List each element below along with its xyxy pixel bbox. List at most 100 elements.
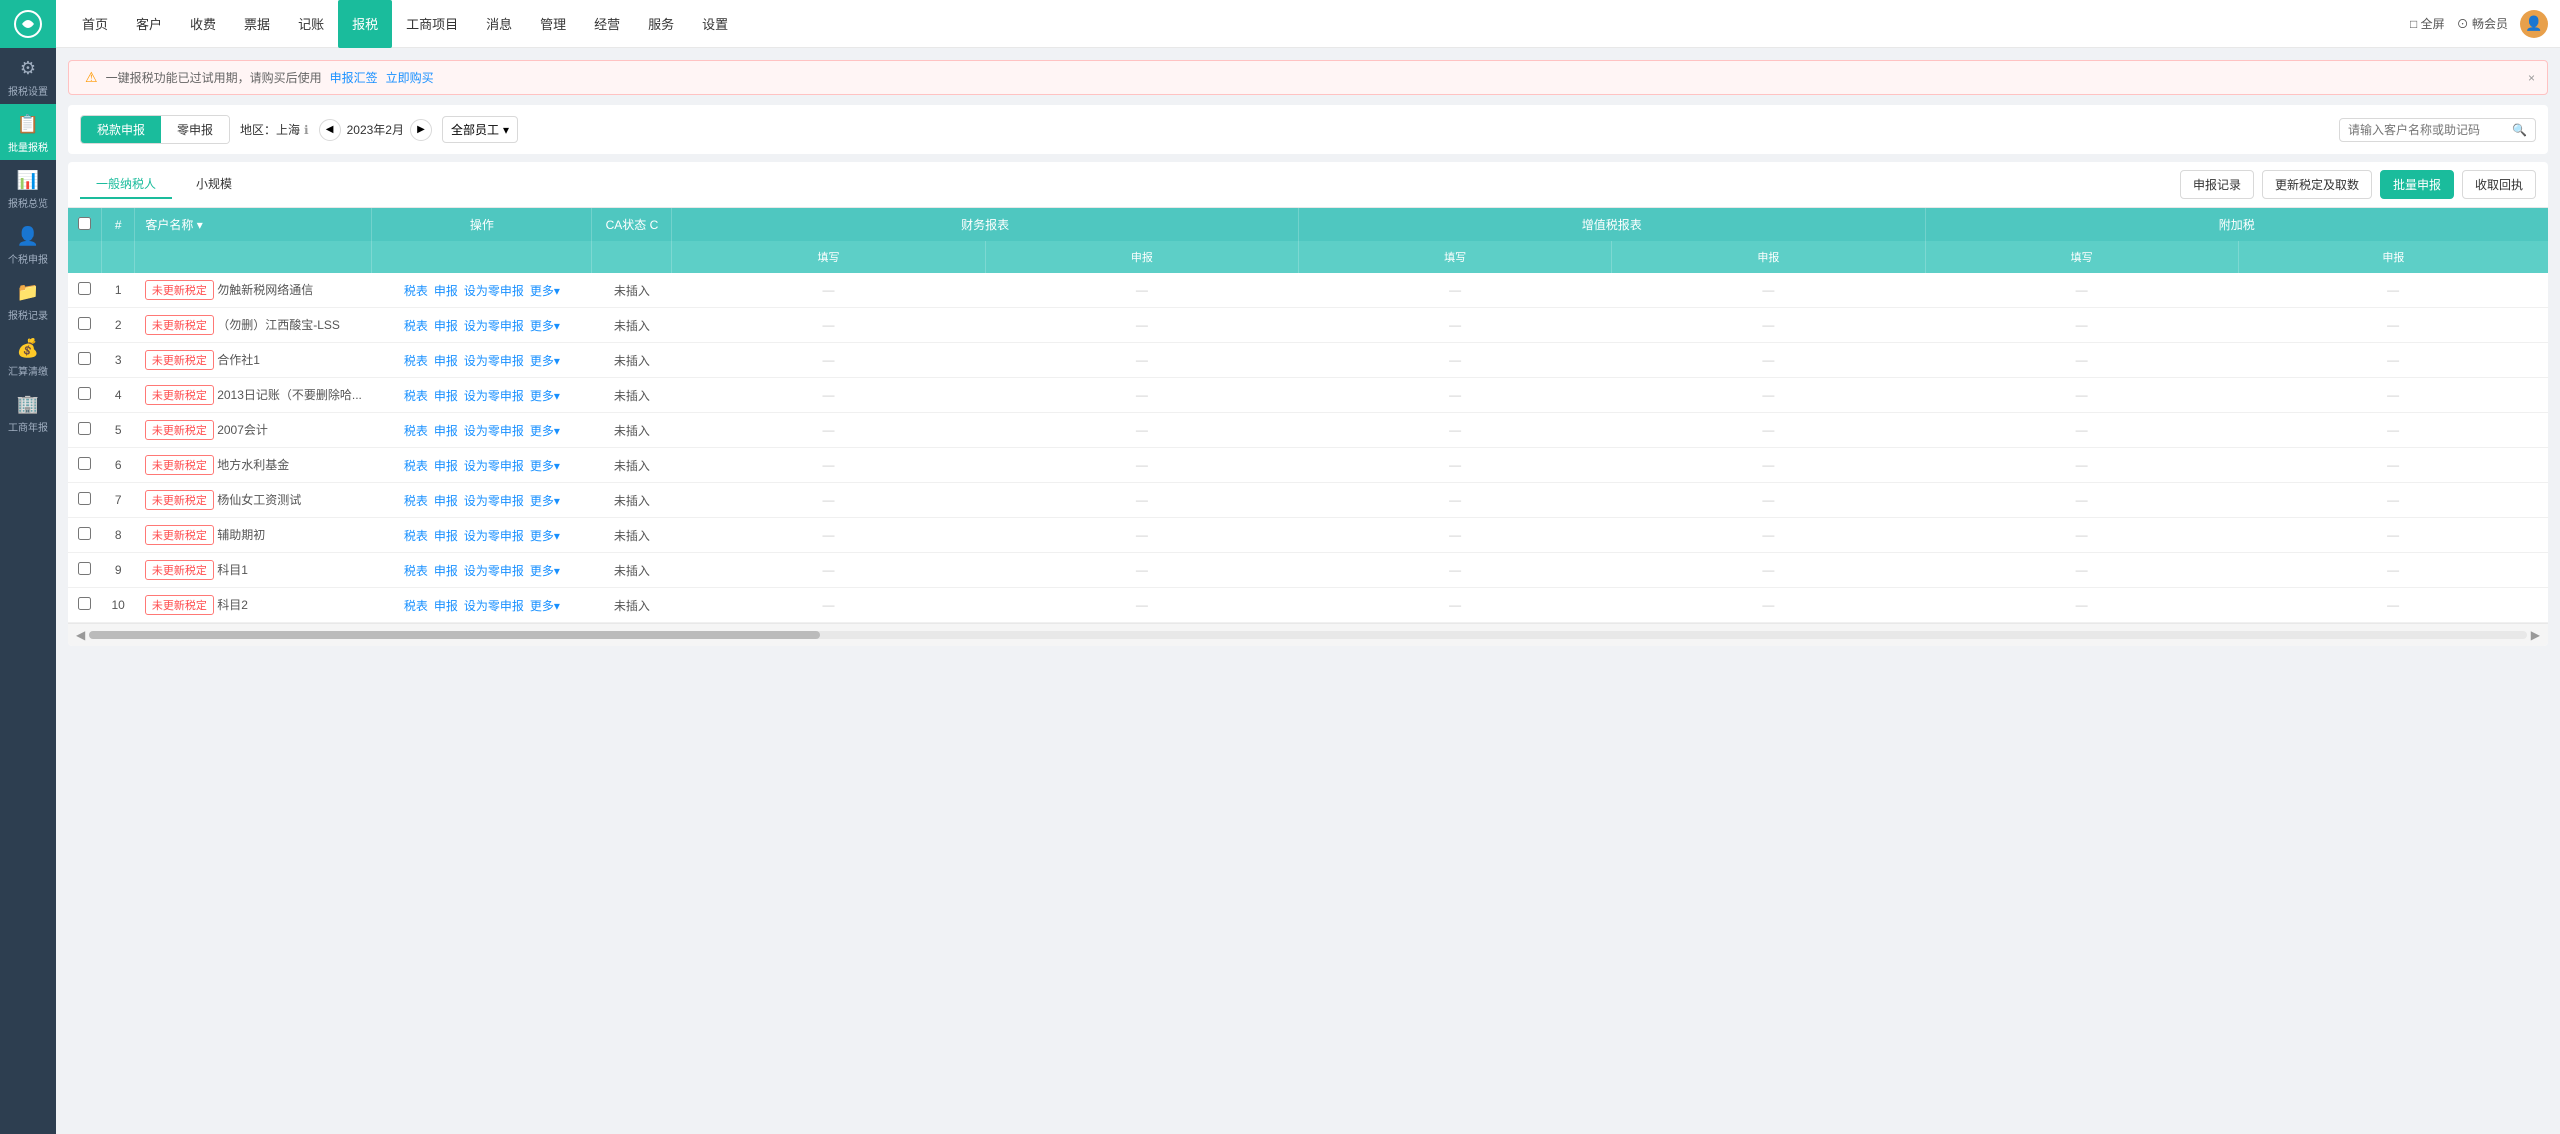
row-checkbox[interactable] [68,518,102,553]
row-checkbox[interactable] [68,448,102,483]
row-checkbox[interactable] [68,553,102,588]
op-btn-3[interactable]: 更多▾ [530,527,560,544]
promo-link-shenbaohui[interactable]: 申报汇签 [330,69,378,86]
gengxin-button[interactable]: 更新税定及取数 [2262,170,2372,199]
nav-invoice[interactable]: 票据 [230,0,284,48]
op-btn-3[interactable]: 更多▾ [530,422,560,439]
op-btn-1[interactable]: 申报 [434,422,458,439]
op-btn-3[interactable]: 更多▾ [530,492,560,509]
op-btn-3[interactable]: 更多▾ [530,387,560,404]
shenbaojilu-button[interactable]: 申报记录 [2180,170,2254,199]
op-btn-3[interactable]: 更多▾ [530,597,560,614]
scroll-left-arrow[interactable]: ◀ [72,628,89,642]
op-btn-3[interactable]: 更多▾ [530,282,560,299]
op-btn-0[interactable]: 税表 [404,562,428,579]
op-btn-0[interactable]: 税表 [404,282,428,299]
nav-message[interactable]: 消息 [472,0,526,48]
search-input[interactable] [2348,123,2508,137]
sidebar-item-huisuanqingjiao[interactable]: 💰 汇算清缴 [0,328,56,384]
op-btn-1[interactable]: 申报 [434,597,458,614]
op-btn-1[interactable]: 申报 [434,527,458,544]
op-btn-2[interactable]: 设为零申报 [464,317,524,334]
row-index: 5 [102,413,135,448]
member-button[interactable]: ⊙ 畅会员 [2457,15,2508,32]
row-fin-rep: — [985,343,1298,378]
op-btn-2[interactable]: 设为零申报 [464,387,524,404]
op-btn-1[interactable]: 申报 [434,317,458,334]
tab-zerodeclaration[interactable]: 零申报 [161,116,229,143]
row-operations: 税表申报设为零申报更多▾ [372,308,592,343]
user-avatar[interactable]: 👤 [2520,10,2548,38]
op-btn-1[interactable]: 申报 [434,387,458,404]
promo-link-buy[interactable]: 立即购买 [386,69,434,86]
scroll-right-arrow[interactable]: ▶ [2527,628,2544,642]
row-checkbox[interactable] [68,378,102,413]
search-box[interactable]: 🔍 [2339,118,2536,142]
nav-homepage[interactable]: 首页 [68,0,122,48]
op-btn-3[interactable]: 更多▾ [530,352,560,369]
row-checkbox[interactable] [68,273,102,308]
op-btn-3[interactable]: 更多▾ [530,317,560,334]
op-btn-1[interactable]: 申报 [434,562,458,579]
row-checkbox[interactable] [68,588,102,623]
row-client-name: 未更新税定 杨仙女工资测试 [135,483,372,518]
op-btn-0[interactable]: 税表 [404,597,428,614]
horizontal-scrollbar[interactable]: ◀ ▶ [68,623,2548,646]
nav-client[interactable]: 客户 [122,0,176,48]
op-btn-2[interactable]: 设为零申报 [464,282,524,299]
op-btn-3[interactable]: 更多▾ [530,457,560,474]
op-btn-3[interactable]: 更多▾ [530,562,560,579]
op-btn-0[interactable]: 税表 [404,352,428,369]
op-btn-2[interactable]: 设为零申报 [464,597,524,614]
row-checkbox[interactable] [68,308,102,343]
nav-charge[interactable]: 收费 [176,0,230,48]
row-checkbox[interactable] [68,483,102,518]
op-btn-0[interactable]: 税表 [404,422,428,439]
subtab-small-scale[interactable]: 小规模 [180,170,248,199]
op-btn-2[interactable]: 设为零申报 [464,492,524,509]
row-vat-rep: — [1612,273,1925,308]
nav-settings[interactable]: 设置 [688,0,742,48]
op-btn-2[interactable]: 设为零申报 [464,352,524,369]
table-row: 8 未更新税定 辅助期初 税表申报设为零申报更多▾ 未插入 — — — — — … [68,518,2548,553]
sidebar-item-gongshangnianbao[interactable]: 🏢 工商年报 [0,384,56,440]
op-btn-0[interactable]: 税表 [404,527,428,544]
op-btn-0[interactable]: 税表 [404,492,428,509]
row-client-name: 未更新税定 地方水利基金 [135,448,372,483]
row-checkbox[interactable] [68,413,102,448]
piliangshenb-button[interactable]: 批量申报 [2380,170,2454,199]
date-next-button[interactable]: ▶ [410,119,432,141]
sidebar-item-baoshuijilu[interactable]: 📁 报税记录 [0,272,56,328]
op-btn-0[interactable]: 税表 [404,387,428,404]
op-btn-2[interactable]: 设为零申报 [464,457,524,474]
op-btn-2[interactable]: 设为零申报 [464,422,524,439]
nav-taxreport[interactable]: 报税 [338,0,392,48]
nav-bookkeeping[interactable]: 记账 [284,0,338,48]
sidebar-item-geshuishenb[interactable]: 👤 个税申报 [0,216,56,272]
sidebar-item-piliangshuibao[interactable]: 📋 批量报税 [0,104,56,160]
promo-close-button[interactable]: × [2528,71,2535,85]
op-btn-0[interactable]: 税表 [404,457,428,474]
shouhuihuishu-button[interactable]: 收取回执 [2462,170,2536,199]
nav-service[interactable]: 服务 [634,0,688,48]
date-prev-button[interactable]: ◀ [319,119,341,141]
fullscreen-button[interactable]: □ 全屏 [2410,15,2445,32]
nav-business[interactable]: 工商项目 [392,0,472,48]
region-selector[interactable]: 地区：上海 ℹ [240,121,309,138]
op-btn-2[interactable]: 设为零申报 [464,562,524,579]
department-selector[interactable]: 全部员工 ▾ [442,116,518,143]
tab-taxdeclaration[interactable]: 税款申报 [81,116,161,143]
subtab-general-taxpayer[interactable]: 一般纳税人 [80,170,172,199]
op-btn-1[interactable]: 申报 [434,352,458,369]
op-btn-1[interactable]: 申报 [434,492,458,509]
op-btn-1[interactable]: 申报 [434,282,458,299]
op-btn-1[interactable]: 申报 [434,457,458,474]
op-btn-2[interactable]: 设为零申报 [464,527,524,544]
row-checkbox[interactable] [68,343,102,378]
sidebar-item-baoshuizonglan[interactable]: 📊 报税总览 [0,160,56,216]
nav-business-mgmt[interactable]: 经营 [580,0,634,48]
nav-manage[interactable]: 管理 [526,0,580,48]
op-btn-0[interactable]: 税表 [404,317,428,334]
sidebar-item-baoshuishezhi[interactable]: ⚙ 报税设置 [0,48,56,104]
select-all-checkbox[interactable] [78,217,91,230]
